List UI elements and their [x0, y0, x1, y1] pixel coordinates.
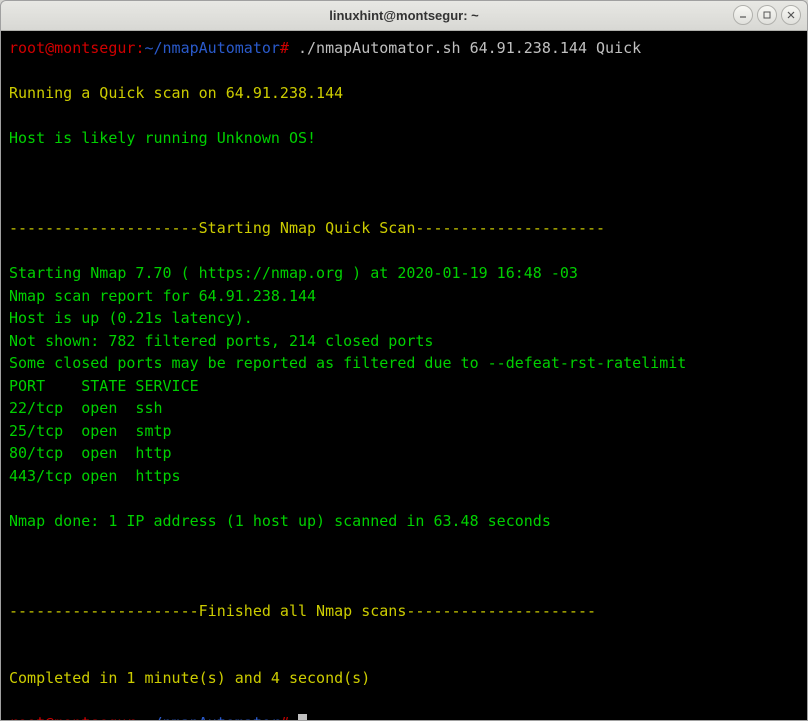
not-shown: Not shown: 782 filtered ports, 214 close…: [9, 332, 433, 350]
some-closed: Some closed ports may be reported as fil…: [9, 354, 686, 372]
divider-start: ---------------------Starting Nmap Quick…: [9, 219, 605, 237]
maximize-icon: [762, 10, 772, 20]
host-os-line: Host is likely running Unknown OS!: [9, 129, 316, 147]
prompt2-hash: #: [280, 714, 289, 720]
completed-line: Completed in 1 minute(s) and 4 second(s): [9, 669, 370, 687]
running-line: Running a Quick scan on 64.91.238.144: [9, 84, 343, 102]
divider-end: ---------------------Finished all Nmap s…: [9, 602, 596, 620]
terminal-window: linuxhint@montsegur: ~ root@montsegur:~/…: [0, 0, 808, 721]
close-icon: [786, 10, 796, 20]
titlebar[interactable]: linuxhint@montsegur: ~: [1, 1, 807, 31]
prompt2-user: root@montsegur: [9, 714, 135, 720]
port-443: 443/tcp open https: [9, 467, 181, 485]
port-header: PORT STATE SERVICE: [9, 377, 199, 395]
window-controls: [733, 5, 801, 25]
close-button[interactable]: [781, 5, 801, 25]
prompt2-path: ~/nmapAutomator: [144, 714, 279, 720]
minimize-button[interactable]: [733, 5, 753, 25]
prompt-path: ~/nmapAutomator: [144, 39, 279, 57]
prompt-hash: #: [280, 39, 289, 57]
terminal-body[interactable]: root@montsegur:~/nmapAutomator# ./nmapAu…: [1, 31, 807, 720]
command-text: ./nmapAutomator.sh 64.91.238.144 Quick: [298, 39, 641, 57]
prompt-user: root@montsegur: [9, 39, 135, 57]
window-title: linuxhint@montsegur: ~: [329, 8, 479, 23]
minimize-icon: [738, 10, 748, 20]
cursor: [298, 714, 307, 720]
nmap-done: Nmap done: 1 IP address (1 host up) scan…: [9, 512, 551, 530]
port-80: 80/tcp open http: [9, 444, 172, 462]
maximize-button[interactable]: [757, 5, 777, 25]
scan-report: Nmap scan report for 64.91.238.144: [9, 287, 316, 305]
host-up: Host is up (0.21s latency).: [9, 309, 253, 327]
port-25: 25/tcp open smtp: [9, 422, 172, 440]
nmap-start: Starting Nmap 7.70 ( https://nmap.org ) …: [9, 264, 578, 282]
port-22: 22/tcp open ssh: [9, 399, 163, 417]
